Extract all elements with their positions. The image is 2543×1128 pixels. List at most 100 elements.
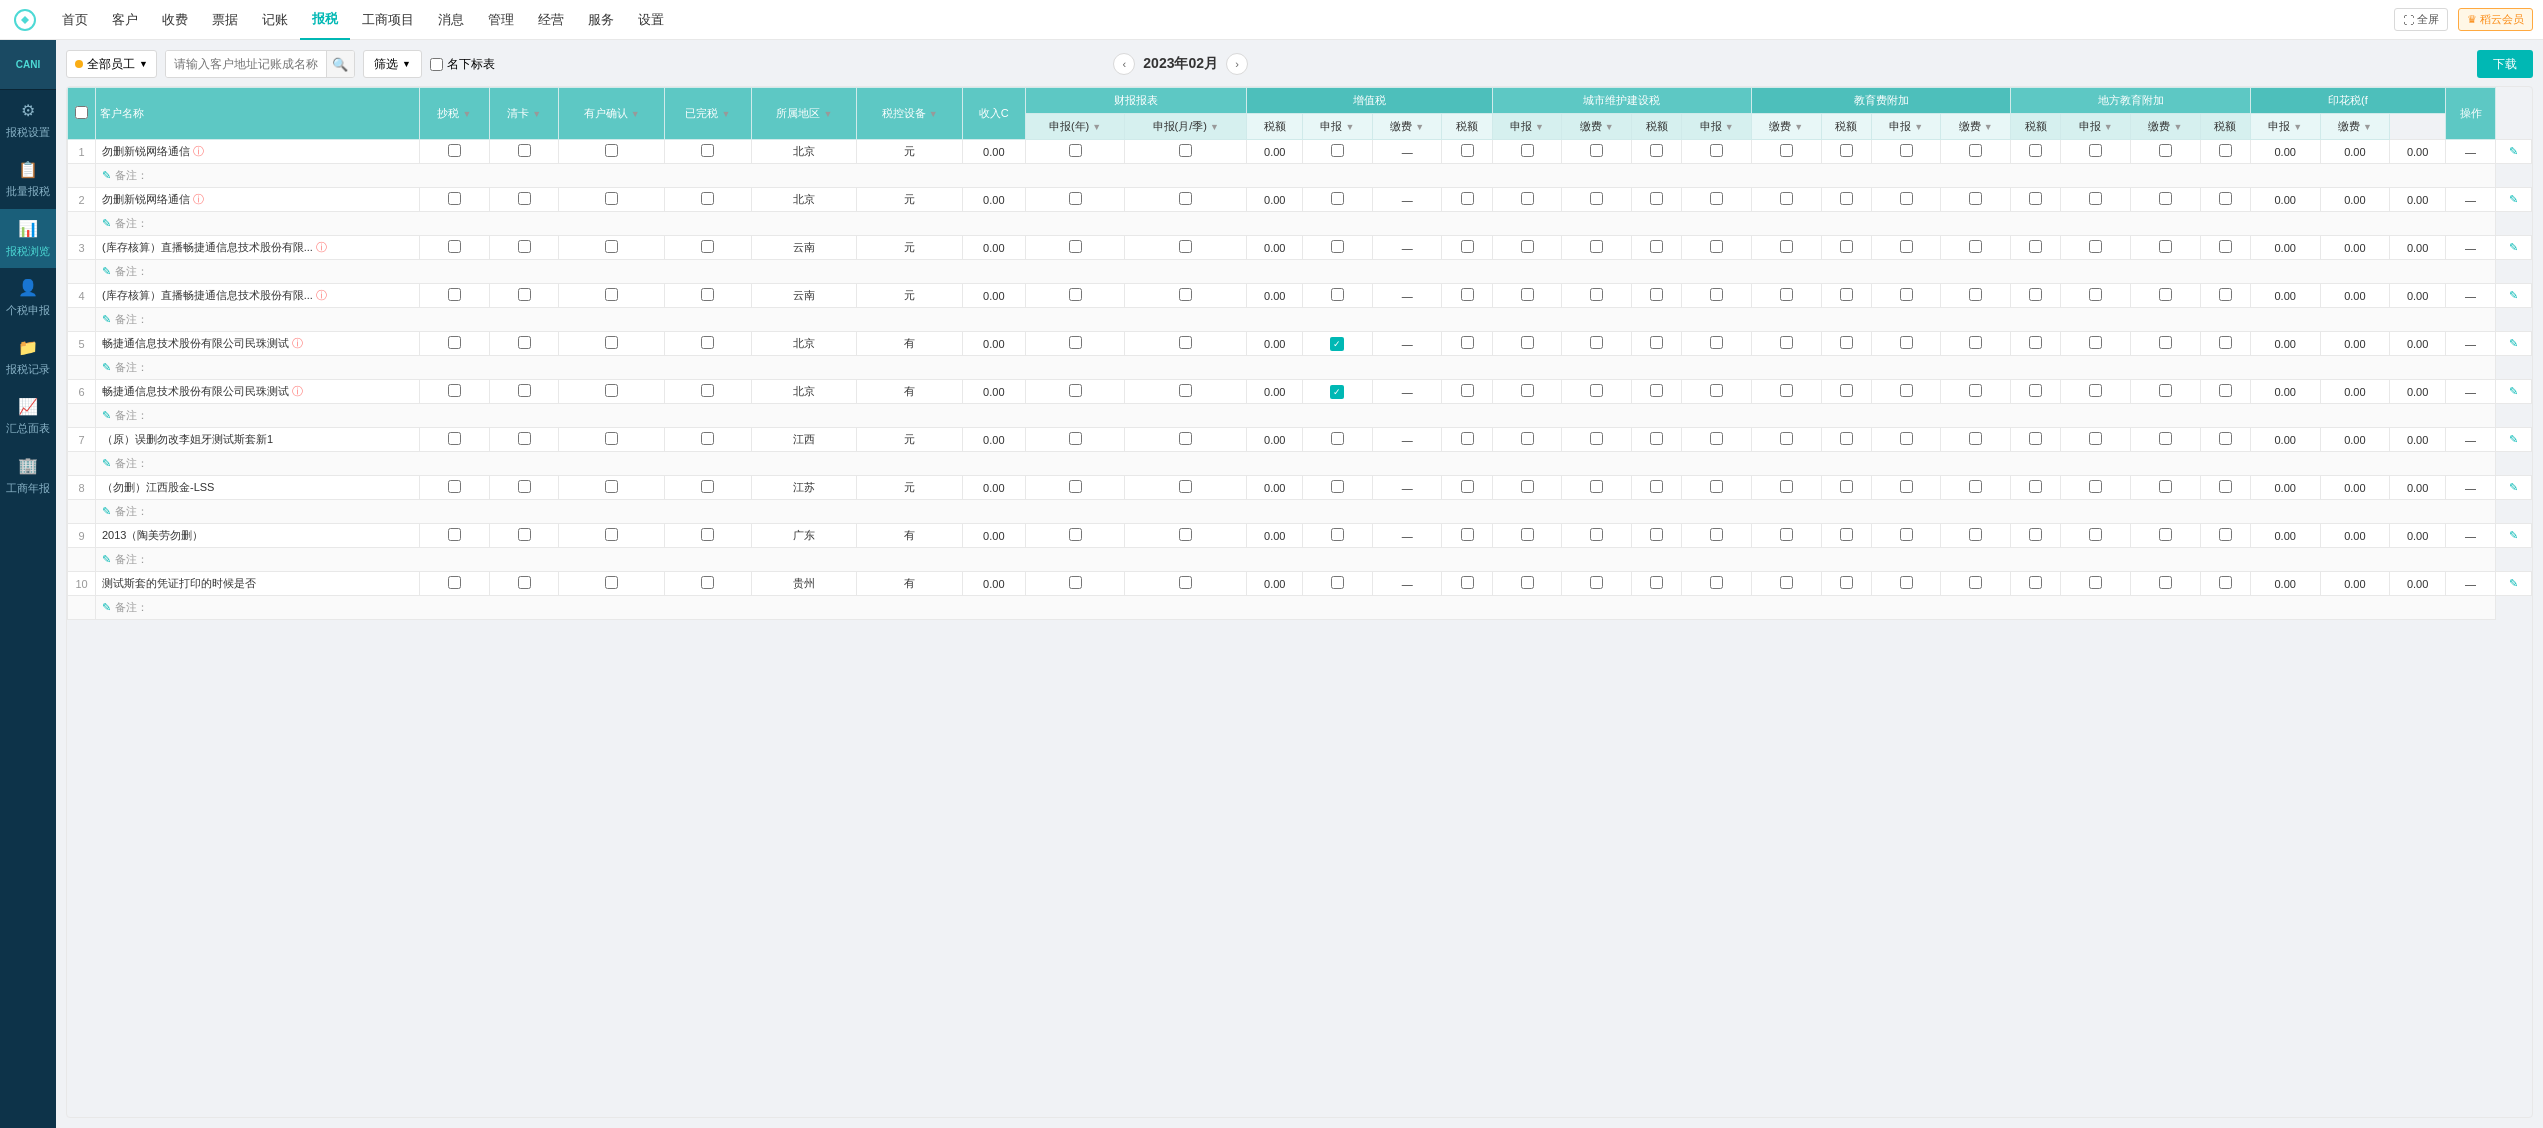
caibao-checkbox[interactable] [1069, 432, 1082, 445]
note-edit-icon[interactable]: ✎ [102, 601, 111, 613]
tax-checkbox[interactable] [1900, 384, 1913, 397]
tax-checkbox[interactable] [2159, 288, 2172, 301]
row-checkbox[interactable] [518, 432, 531, 445]
tax-checkbox[interactable] [1840, 480, 1853, 493]
caibao-checkbox[interactable] [1069, 288, 1082, 301]
tax-checkbox[interactable] [2219, 336, 2232, 349]
caibao-checkbox[interactable] [1179, 480, 1192, 493]
tax-checkbox[interactable] [2029, 576, 2042, 589]
sidebar-item-baoshuijilu[interactable]: 📁 报税记录 [0, 327, 56, 386]
nav-message[interactable]: 消息 [426, 0, 476, 40]
tax-checkbox[interactable] [1590, 240, 1603, 253]
tax-checkbox[interactable] [2159, 192, 2172, 205]
row-checkbox[interactable] [701, 384, 714, 397]
tax-checkbox[interactable] [1461, 480, 1474, 493]
tax-checkbox[interactable] [1780, 192, 1793, 205]
next-month-button[interactable]: › [1226, 53, 1248, 75]
tax-checkbox[interactable] [2159, 528, 2172, 541]
tax-checkbox[interactable] [2159, 384, 2172, 397]
prev-month-button[interactable]: ‹ [1113, 53, 1135, 75]
tax-checkbox[interactable] [2159, 432, 2172, 445]
row-checkbox[interactable] [701, 576, 714, 589]
nav-customer[interactable]: 客户 [100, 0, 150, 40]
tax-checkbox[interactable] [1461, 192, 1474, 205]
tax-checkbox[interactable] [2219, 384, 2232, 397]
row-checkbox[interactable] [448, 528, 461, 541]
tax-checkbox[interactable] [1590, 432, 1603, 445]
sidebar-item-baoshuishezhi[interactable]: ⚙ 报税设置 [0, 90, 56, 149]
tax-checkbox[interactable] [1969, 384, 1982, 397]
caibao-checkbox[interactable] [1069, 144, 1082, 157]
nav-tax[interactable]: 报税 [300, 0, 350, 40]
tax-checkbox[interactable] [1650, 288, 1663, 301]
my-list-checkbox[interactable] [430, 58, 443, 71]
edit-icon[interactable]: ✎ [2509, 577, 2518, 589]
edit-icon[interactable]: ✎ [2509, 385, 2518, 397]
sidebar-item-piliangshaoshui[interactable]: 📋 批量报税 [0, 149, 56, 208]
tax-checkbox[interactable] [1590, 336, 1603, 349]
sidebar-item-huizongmianbiao[interactable]: 📈 汇总面表 [0, 386, 56, 445]
tax-checkbox[interactable] [1590, 288, 1603, 301]
row-checkbox[interactable] [518, 528, 531, 541]
tax-checkbox[interactable] [1521, 480, 1534, 493]
tax-checkbox[interactable] [1969, 336, 1982, 349]
nav-service[interactable]: 服务 [576, 0, 626, 40]
tax-checkbox[interactable] [1461, 384, 1474, 397]
row-checkbox[interactable] [605, 144, 618, 157]
tax-checkbox[interactable] [1840, 528, 1853, 541]
tax-checkbox[interactable] [2089, 192, 2102, 205]
caibao-checkbox[interactable] [1179, 240, 1192, 253]
tax-checkbox[interactable] [1590, 144, 1603, 157]
tax-checkbox[interactable] [2029, 240, 2042, 253]
row-checkbox[interactable] [448, 480, 461, 493]
tax-checkbox[interactable] [2089, 384, 2102, 397]
caibao-checkbox[interactable] [1069, 192, 1082, 205]
zz-shenbao-checkbox[interactable] [1331, 432, 1344, 445]
caibao-checkbox[interactable] [1179, 384, 1192, 397]
caibao-checkbox[interactable] [1179, 528, 1192, 541]
zz-shenbao-checkbox[interactable] [1331, 192, 1344, 205]
tax-checkbox[interactable] [1710, 480, 1723, 493]
nav-invoice[interactable]: 票据 [200, 0, 250, 40]
row-checkbox[interactable] [701, 480, 714, 493]
tax-checkbox[interactable] [1650, 480, 1663, 493]
note-edit-icon[interactable]: ✎ [102, 217, 111, 229]
row-checkbox[interactable] [448, 336, 461, 349]
tax-checkbox[interactable] [2029, 384, 2042, 397]
tax-checkbox[interactable] [1840, 432, 1853, 445]
sidebar-item-baoshuijinglan[interactable]: 📊 报税浏览 [0, 209, 56, 268]
tax-checkbox[interactable] [1840, 144, 1853, 157]
edit-icon[interactable]: ✎ [2509, 337, 2518, 349]
tax-checkbox[interactable] [1780, 384, 1793, 397]
row-checkbox[interactable] [605, 480, 618, 493]
tax-checkbox[interactable] [1840, 576, 1853, 589]
tax-checkbox[interactable] [1710, 144, 1723, 157]
tax-checkbox[interactable] [1900, 288, 1913, 301]
row-checkbox[interactable] [518, 576, 531, 589]
tax-checkbox[interactable] [1780, 336, 1793, 349]
tax-checkbox[interactable] [2219, 144, 2232, 157]
tax-checkbox[interactable] [1461, 432, 1474, 445]
tax-checkbox[interactable] [2219, 480, 2232, 493]
note-edit-icon[interactable]: ✎ [102, 313, 111, 325]
sidebar-item-gongshangnianb[interactable]: 🏢 工商年报 [0, 446, 56, 505]
tax-checkbox[interactable] [1590, 576, 1603, 589]
row-checkbox[interactable] [448, 144, 461, 157]
tax-checkbox[interactable] [2089, 528, 2102, 541]
tax-checkbox[interactable] [1780, 432, 1793, 445]
vip-button[interactable]: ♛ 稻云会员 [2458, 8, 2533, 31]
tax-checkbox[interactable] [1650, 576, 1663, 589]
tax-checkbox[interactable] [1900, 576, 1913, 589]
row-checkbox[interactable] [701, 432, 714, 445]
edit-icon[interactable]: ✎ [2509, 433, 2518, 445]
caibao-checkbox[interactable] [1069, 336, 1082, 349]
tax-checkbox[interactable] [1710, 432, 1723, 445]
tax-checkbox[interactable] [1521, 192, 1534, 205]
tax-checkbox[interactable] [2219, 528, 2232, 541]
zz-shenbao-checkbox[interactable] [1331, 288, 1344, 301]
row-checkbox[interactable] [448, 288, 461, 301]
row-checkbox[interactable] [448, 576, 461, 589]
tax-checkbox[interactable] [2029, 336, 2042, 349]
tax-checkbox[interactable] [1521, 576, 1534, 589]
tax-checkbox[interactable] [1521, 288, 1534, 301]
